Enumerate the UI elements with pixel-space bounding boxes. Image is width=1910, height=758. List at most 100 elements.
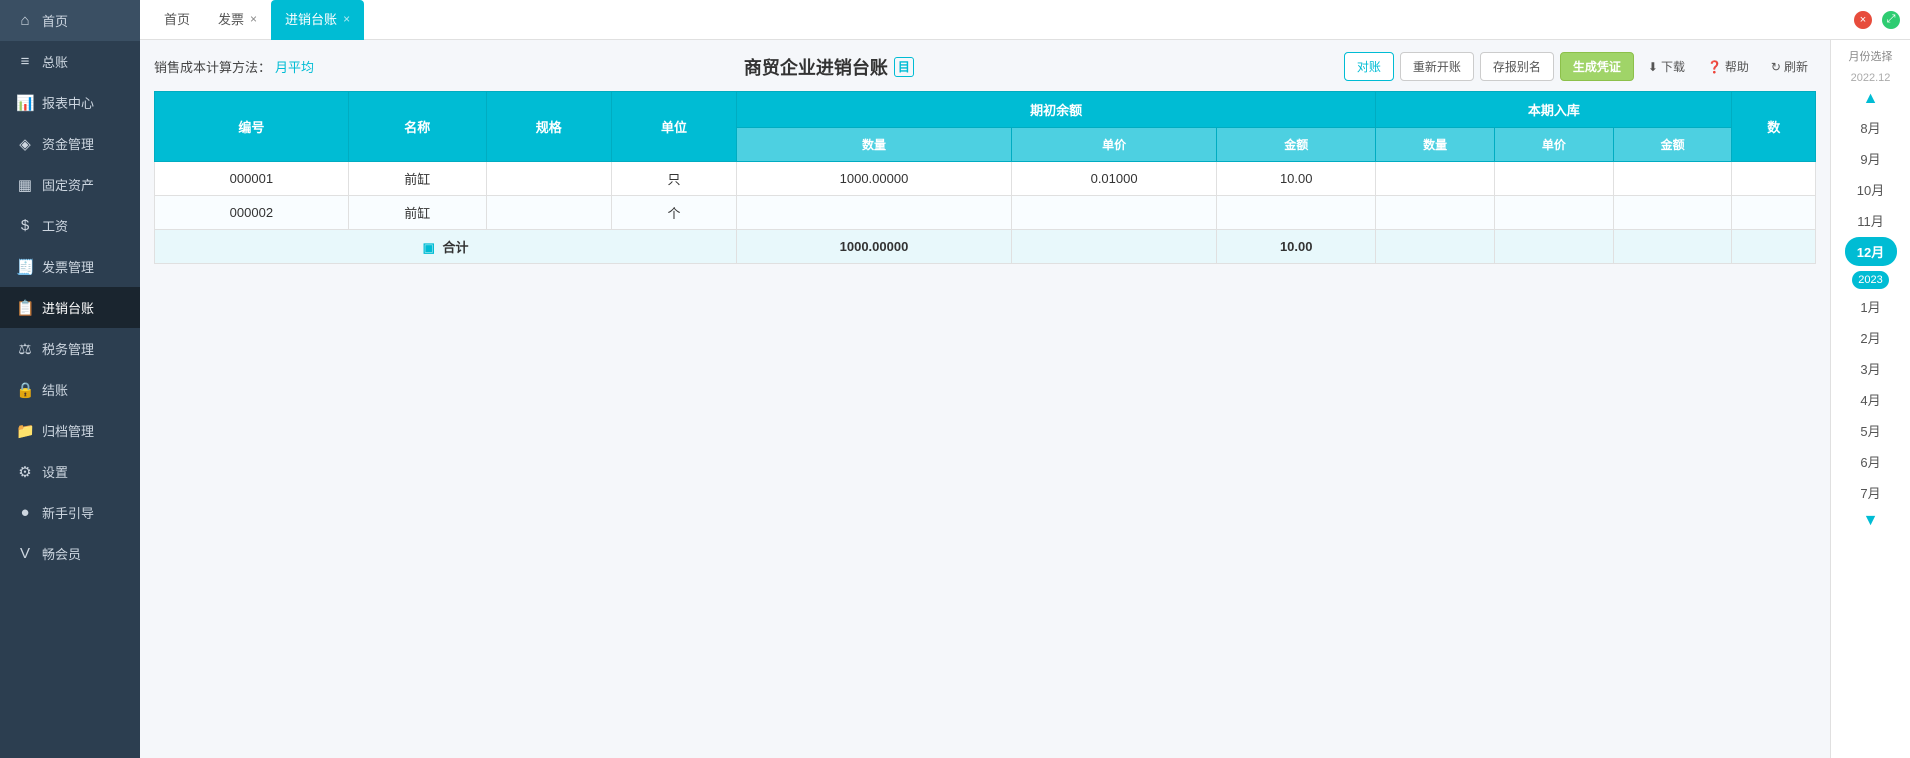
sidebar-item-general-ledger[interactable]: ≡ 总账: [0, 41, 140, 82]
scroll-up-button[interactable]: ▲: [1831, 86, 1910, 112]
tabs-bar: 首页 发票 × 进销台账 × × ⤢: [140, 0, 1910, 40]
col-opening-qty: 数量: [737, 128, 1012, 162]
tab-home[interactable]: 首页: [150, 0, 204, 40]
table-group-header: 编号 名称 规格 单位 期初余额 本期入库 数: [155, 92, 1816, 128]
total-inbound-amount: [1613, 230, 1732, 264]
tab-purchase-sales-close[interactable]: ×: [343, 12, 350, 26]
settings-icon: ⚙: [16, 463, 34, 481]
cell-spec: [486, 162, 611, 196]
sidebar: ⌂ 首页 ≡ 总账 📊 报表中心 ◈ 资金管理 ▦ 固定资产 $ 工资 🧾 发票…: [0, 0, 140, 758]
refresh-button[interactable]: ↻ 刷新: [1763, 53, 1816, 80]
col-spec: 规格: [486, 92, 611, 162]
fund-icon: ◈: [16, 135, 34, 153]
month-8[interactable]: 8月: [1845, 113, 1897, 142]
total-label-cell: ▣ 合计: [155, 230, 737, 264]
membership-icon: V: [16, 545, 34, 562]
cell-opening-qty: 1000.00000: [737, 162, 1012, 196]
cell-inbound-qty: [1376, 196, 1495, 230]
month-10[interactable]: 10月: [1845, 175, 1897, 204]
year-2022-label: 2022.12: [1851, 72, 1891, 84]
cell-opening-qty: [737, 196, 1012, 230]
page-title: 商贸企业进销台账: [744, 54, 888, 80]
cell-opening-amount: 10.00: [1217, 162, 1376, 196]
cell-inbound-price: [1494, 196, 1613, 230]
home-icon: ⌂: [16, 12, 34, 29]
total-inbound-qty: [1376, 230, 1495, 264]
title-info-icon[interactable]: 目: [894, 57, 914, 77]
month-panel: 月份选择 2022.12 ▲ 8月 9月 10月 11月 12月 2023 1月…: [1830, 40, 1910, 758]
total-opening-price: [1011, 230, 1216, 264]
sidebar-item-fund-management[interactable]: ◈ 资金管理: [0, 123, 140, 164]
total-opening-amount: 10.00: [1217, 230, 1376, 264]
total-extra: [1732, 230, 1816, 264]
sidebar-item-membership[interactable]: V 畅会员: [0, 533, 140, 574]
cost-method: 销售成本计算方法： 月平均: [154, 57, 314, 76]
month-3[interactable]: 3月: [1845, 354, 1897, 383]
col-inbound-amount: 金额: [1613, 128, 1732, 162]
cell-spec: [486, 196, 611, 230]
sidebar-item-archive[interactable]: 📁 归档管理: [0, 410, 140, 451]
sidebar-item-new-guide[interactable]: ● 新手引导: [0, 492, 140, 533]
generate-voucher-button[interactable]: 生成凭证: [1560, 52, 1634, 81]
report-icon: 📊: [16, 94, 34, 112]
month-12[interactable]: 12月: [1845, 237, 1897, 266]
table-wrap: 编号 名称 规格 单位 期初余额 本期入库 数 数量 单价 金额 数: [154, 91, 1816, 746]
month-4[interactable]: 4月: [1845, 385, 1897, 414]
invoice-icon: 🧾: [16, 258, 34, 276]
cell-inbound-amount: [1613, 162, 1732, 196]
cell-id: 000001: [155, 162, 349, 196]
download-button[interactable]: ⬇ 下载: [1640, 53, 1693, 80]
window-expand-button[interactable]: ⤢: [1882, 11, 1900, 29]
sidebar-item-settings[interactable]: ⚙ 设置: [0, 451, 140, 492]
sidebar-item-payroll[interactable]: $ 工资: [0, 205, 140, 246]
cell-unit: 个: [611, 196, 736, 230]
month-7[interactable]: 7月: [1845, 478, 1897, 507]
month-2[interactable]: 2月: [1845, 323, 1897, 352]
cell-inbound-amount: [1613, 196, 1732, 230]
col-id: 编号: [155, 92, 349, 162]
month-11[interactable]: 11月: [1845, 206, 1897, 235]
cell-name: 前缸: [348, 162, 486, 196]
col-name: 名称: [348, 92, 486, 162]
data-table: 编号 名称 规格 单位 期初余额 本期入库 数 数量 单价 金额 数: [154, 91, 1816, 264]
scroll-down-button[interactable]: ▼: [1831, 508, 1910, 534]
table-row: 000002 前缸 个: [155, 196, 1816, 230]
cell-opening-price: 0.01000: [1011, 162, 1216, 196]
refresh-icon: ↻: [1771, 60, 1781, 74]
col-opening-price: 单价: [1011, 128, 1216, 162]
month-5[interactable]: 5月: [1845, 416, 1897, 445]
col-group-opening: 期初余额: [737, 92, 1376, 128]
sidebar-item-invoice-management[interactable]: 🧾 发票管理: [0, 246, 140, 287]
sidebar-item-purchase-sales[interactable]: 📋 进销台账: [0, 287, 140, 328]
cell-extra: [1732, 196, 1816, 230]
sidebar-item-closing[interactable]: 🔒 结账: [0, 369, 140, 410]
col-opening-amount: 金额: [1217, 128, 1376, 162]
total-icon: ▣: [423, 240, 435, 255]
tab-invoice-close[interactable]: ×: [250, 12, 257, 26]
main-area: 首页 发票 × 进销台账 × × ⤢ 销售成本计算方法： 月平均 商贸企业进销台…: [140, 0, 1910, 758]
tab-purchase-sales[interactable]: 进销台账 ×: [271, 0, 364, 40]
col-group-inbound: 本期入库: [1376, 92, 1732, 128]
col-extra: 数: [1732, 92, 1816, 162]
reconcile-button[interactable]: 对账: [1344, 52, 1394, 81]
sidebar-item-fixed-assets[interactable]: ▦ 固定资产: [0, 164, 140, 205]
year-2023-marker: 2023: [1852, 271, 1888, 289]
sidebar-item-tax-management[interactable]: ⚖ 税务管理: [0, 328, 140, 369]
ledger-icon: ≡: [16, 53, 34, 70]
cell-name: 前缸: [348, 196, 486, 230]
month-1[interactable]: 1月: [1845, 292, 1897, 321]
ledger2-icon: 📋: [16, 299, 34, 317]
cell-id: 000002: [155, 196, 349, 230]
tab-invoice[interactable]: 发票 ×: [204, 0, 271, 40]
month-6[interactable]: 6月: [1845, 447, 1897, 476]
reopen-button[interactable]: 重新开账: [1400, 52, 1474, 81]
toolbar-actions: 对账 重新开账 存报别名 生成凭证 ⬇ 下载 ❓ 帮助 ↻ 刷新: [1344, 52, 1816, 81]
month-9[interactable]: 9月: [1845, 144, 1897, 173]
month-panel-title: 月份选择: [1845, 48, 1897, 64]
save-alias-button[interactable]: 存报别名: [1480, 52, 1554, 81]
sidebar-item-home[interactable]: ⌂ 首页: [0, 0, 140, 41]
window-close-button[interactable]: ×: [1854, 11, 1872, 29]
sidebar-item-report-center[interactable]: 📊 报表中心: [0, 82, 140, 123]
help-button[interactable]: ❓ 帮助: [1699, 53, 1757, 80]
total-inbound-price: [1494, 230, 1613, 264]
